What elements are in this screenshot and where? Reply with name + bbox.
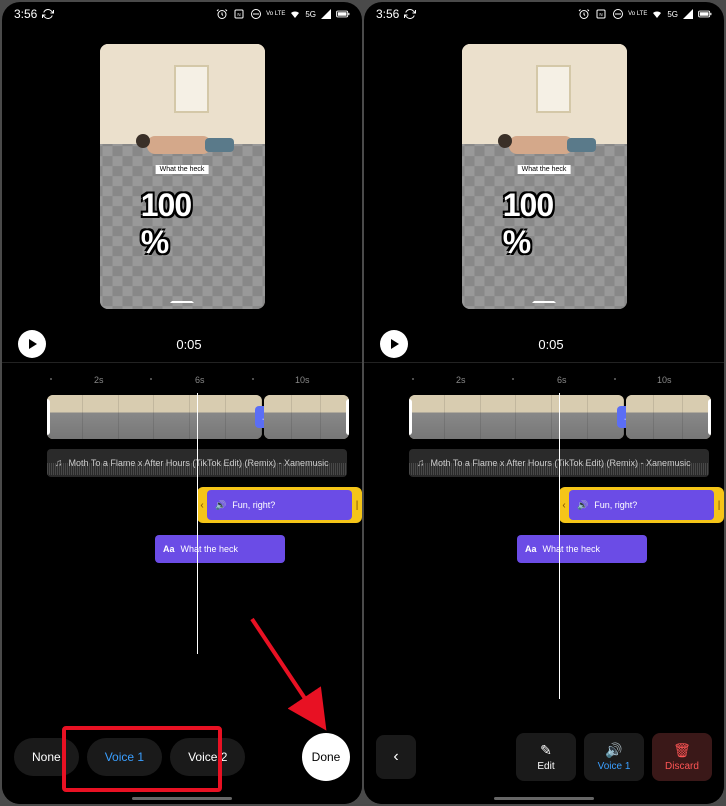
voice-1-button[interactable]: Voice 1 — [87, 738, 162, 776]
percent-text: 100 % — [141, 187, 224, 261]
status-bar: 3:56 N Vo LTE 5G — [364, 2, 724, 26]
voice-2-button[interactable]: Voice 2 — [170, 738, 245, 776]
voice-none-button[interactable]: None — [14, 738, 79, 776]
discard-button[interactable]: 🗑 Discard — [652, 733, 712, 781]
sync-icon — [41, 7, 55, 21]
text-clip[interactable]: Aa What the heck — [517, 535, 647, 563]
voice-trim-right[interactable]: | — [714, 490, 724, 520]
percent-text: 100 % — [503, 187, 586, 261]
video-preview[interactable]: What the heck 100 % — [462, 44, 627, 309]
voice-1-button[interactable]: 🔊 Voice 1 — [584, 733, 644, 781]
voice-trim-left[interactable]: ‹ — [559, 490, 569, 520]
text-icon: Aa — [525, 544, 537, 554]
screen-left: 3:56 N Vo LTE 5G What the heck 100 % — [2, 2, 362, 804]
pencil-icon: ✎ — [540, 742, 552, 759]
swipe-indicator — [170, 300, 194, 303]
text-icon: Aa — [163, 544, 175, 554]
dnd-icon — [611, 7, 625, 21]
battery-icon — [336, 7, 350, 21]
audio-title: Moth To a Flame x After Hours (TikTok Ed… — [69, 458, 329, 468]
home-indicator[interactable] — [132, 797, 232, 800]
network-label: 5G — [667, 10, 678, 19]
timeline[interactable]: 2s 6s 10s → ♫ Moth To a Flame x Af — [364, 362, 724, 804]
back-button[interactable]: ‹ — [376, 735, 416, 779]
swipe-indicator — [532, 300, 556, 303]
wifi-icon — [650, 7, 664, 21]
clip-handle-left[interactable] — [409, 399, 412, 435]
dnd-icon — [249, 7, 263, 21]
audio-title: Moth To a Flame x After Hours (TikTok Ed… — [431, 458, 691, 468]
speaker-icon: 🔊 — [215, 500, 226, 511]
video-clip-1[interactable] — [47, 395, 262, 439]
caption-overlay: What the heck — [518, 165, 571, 174]
sync-icon — [403, 7, 417, 21]
video-track[interactable]: → — [409, 395, 724, 439]
preview-area: What the heck 100 % — [364, 26, 724, 326]
clip-handle-left[interactable] — [47, 399, 50, 435]
home-indicator[interactable] — [494, 797, 594, 800]
timestamp: 0:05 — [62, 337, 316, 352]
video-clip-1[interactable] — [409, 395, 624, 439]
voice-trim-right[interactable]: | — [352, 490, 362, 520]
playhead[interactable] — [197, 393, 198, 654]
clip-handle-right[interactable] — [708, 399, 711, 435]
edit-button[interactable]: ✎ Edit — [516, 733, 576, 781]
text-clip-label: What the heck — [543, 544, 601, 554]
annotation-arrow — [242, 614, 342, 744]
voice-clip[interactable]: ‹ 🔊 Fun, right? | — [559, 487, 724, 523]
nfc-icon: N — [232, 7, 246, 21]
volte-icon: Vo LTE — [266, 11, 285, 17]
ruler: 2s 6s 10s — [2, 375, 362, 395]
ruler: 2s 6s 10s — [364, 375, 724, 395]
caption-overlay: What the heck — [156, 165, 209, 174]
status-time: 3:56 — [14, 7, 37, 21]
svg-text:N: N — [599, 12, 602, 17]
voice-clip[interactable]: ‹ 🔊 Fun, right? | — [197, 487, 362, 523]
play-button[interactable] — [18, 330, 46, 358]
done-button[interactable]: Done — [302, 733, 350, 781]
play-button[interactable] — [380, 330, 408, 358]
text-clip-label: What the heck — [181, 544, 239, 554]
timestamp: 0:05 — [424, 337, 678, 352]
wifi-icon — [288, 7, 302, 21]
preview-area: What the heck 100 % — [2, 26, 362, 326]
screen-right: 3:56 N Vo LTE 5G What the heck 100 % — [364, 2, 724, 804]
playhead[interactable] — [559, 393, 560, 699]
video-track[interactable]: → — [47, 395, 362, 439]
status-time: 3:56 — [376, 7, 399, 21]
video-preview[interactable]: What the heck 100 % — [100, 44, 265, 309]
speaker-icon: 🔊 — [605, 742, 622, 759]
voice-options-bar: None Voice 1 Voice 2 Done — [2, 730, 362, 784]
timeline[interactable]: 2s 6s 10s → ♫ Moth To a Flame x Af — [2, 362, 362, 804]
signal-icon — [319, 7, 333, 21]
trash-icon: 🗑 — [673, 742, 691, 759]
nfc-icon: N — [594, 7, 608, 21]
text-clip[interactable]: Aa What the heck — [155, 535, 285, 563]
voice-label: Fun, right? — [232, 500, 275, 510]
status-bar: 3:56 N Vo LTE 5G — [2, 2, 362, 26]
battery-icon — [698, 7, 712, 21]
video-clip-2[interactable] — [264, 395, 349, 439]
voice-trim-left[interactable]: ‹ — [197, 490, 207, 520]
svg-text:N: N — [237, 12, 240, 17]
clip-handle-right[interactable] — [346, 399, 349, 435]
network-label: 5G — [305, 10, 316, 19]
video-clip-2[interactable] — [626, 395, 711, 439]
speaker-icon: 🔊 — [577, 500, 588, 511]
signal-icon — [681, 7, 695, 21]
alarm-icon — [577, 7, 591, 21]
clip-actions-bar: ‹ ✎ Edit 🔊 Voice 1 🗑 Discard — [364, 730, 724, 784]
volte-icon: Vo LTE — [628, 11, 647, 17]
alarm-icon — [215, 7, 229, 21]
voice-label: Fun, right? — [594, 500, 637, 510]
